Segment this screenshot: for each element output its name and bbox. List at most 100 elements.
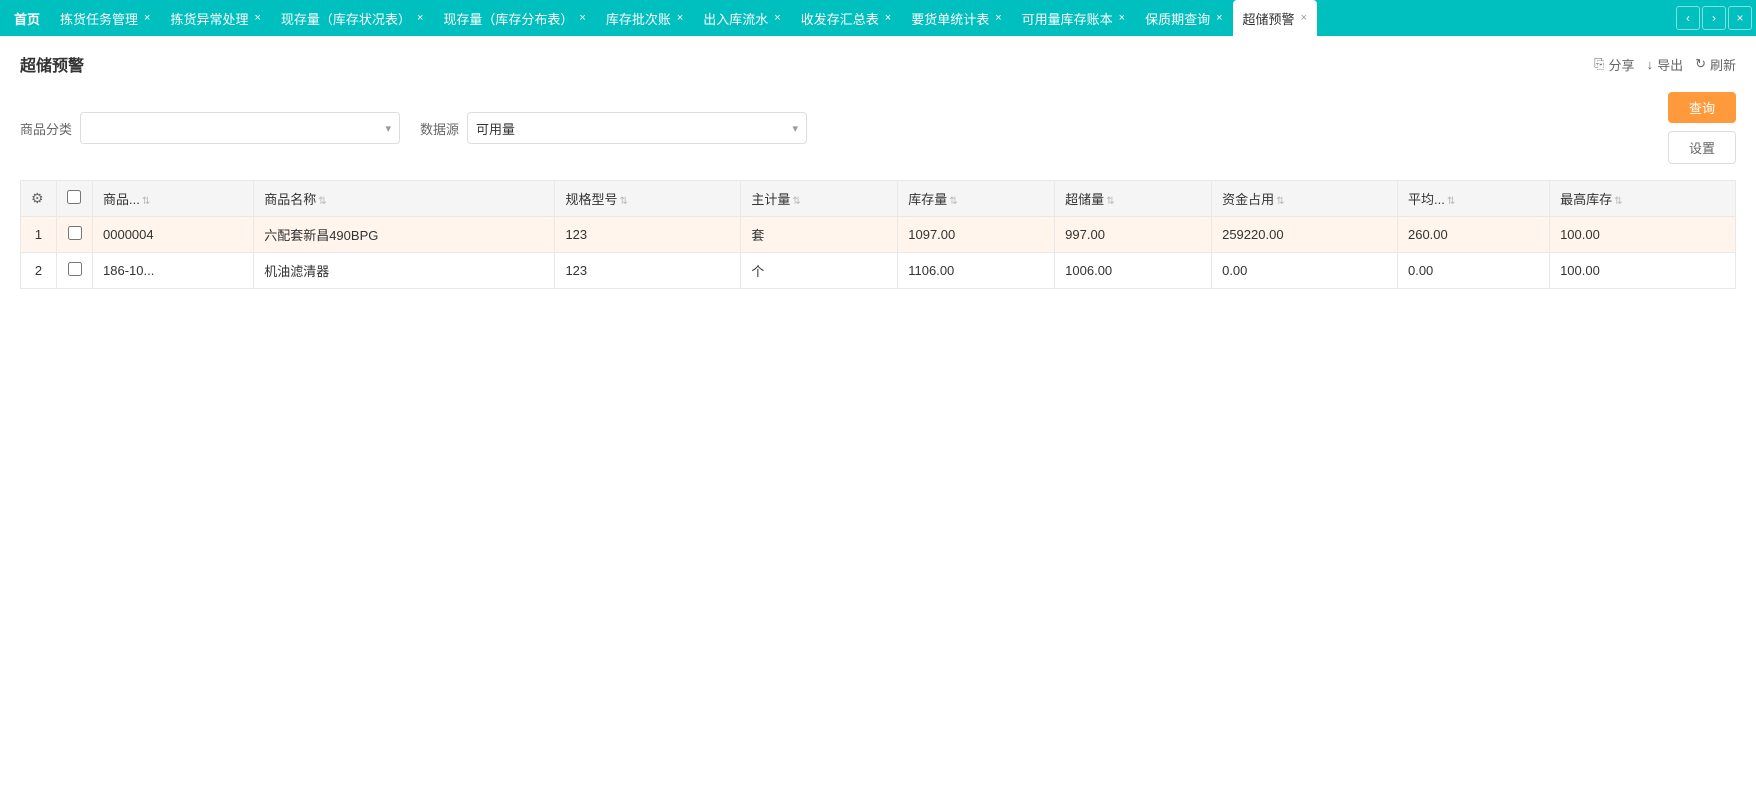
settings-button[interactable]: 设置 — [1668, 131, 1736, 164]
select-all-checkbox[interactable] — [67, 190, 81, 204]
share-icon: ⎘ — [1594, 56, 1604, 72]
page-title: 超储预警 — [20, 52, 84, 76]
export-icon: ↓ — [1647, 57, 1654, 72]
td-maxstock: 100.00 — [1550, 217, 1736, 253]
table-header-row: ⚙ 商品...⇅ 商品名称⇅ 规格型号⇅ 主计量⇅ 库存量⇅ — [21, 181, 1736, 217]
data-table: ⚙ 商品...⇅ 商品名称⇅ 规格型号⇅ 主计量⇅ 库存量⇅ — [20, 180, 1736, 289]
close-icon[interactable]: × — [1301, 13, 1307, 24]
refresh-icon: ↻ — [1695, 56, 1706, 72]
td-unit: 套 — [741, 217, 898, 253]
th-maxstock[interactable]: 最高库存⇅ — [1550, 181, 1736, 217]
datasource-select-value: 可用量 — [476, 119, 515, 138]
nav-tab-shoufacun[interactable]: 收发存汇总表 × — [791, 0, 901, 36]
td-overstock: 997.00 — [1055, 217, 1212, 253]
row-checkbox[interactable] — [68, 226, 82, 240]
table-row: 2 186-10... 机油滤清器 123 个 1106.00 1006.00 … — [21, 253, 1736, 289]
nav-tab-jianhuoyichang[interactable]: 拣货异常处理 × — [160, 0, 270, 36]
category-select[interactable]: ▾ — [80, 112, 400, 144]
td-maxstock: 100.00 — [1550, 253, 1736, 289]
sort-icon: ⇅ — [142, 196, 150, 207]
nav-arrow-right[interactable]: › — [1702, 6, 1726, 30]
nav-tab-baozhi[interactable]: 保质期查询 × — [1135, 0, 1232, 36]
sort-icon: ⇅ — [318, 196, 326, 207]
td-avg: 260.00 — [1397, 217, 1549, 253]
td-capital: 0.00 — [1212, 253, 1398, 289]
sort-icon: ⇅ — [1106, 196, 1114, 207]
th-spec[interactable]: 规格型号⇅ — [555, 181, 741, 217]
close-icon[interactable]: × — [677, 13, 683, 24]
td-unit: 个 — [741, 253, 898, 289]
sort-icon: ⇅ — [949, 196, 957, 207]
close-icon[interactable]: × — [1216, 13, 1222, 24]
th-code[interactable]: 商品...⇅ — [93, 181, 254, 217]
close-icon[interactable]: × — [995, 13, 1001, 24]
td-capital: 259220.00 — [1212, 217, 1398, 253]
sort-icon: ⇅ — [1447, 196, 1455, 207]
th-checkbox[interactable] — [57, 181, 93, 217]
close-icon[interactable]: × — [417, 13, 423, 24]
filter-category: 商品分类 ▾ — [20, 112, 400, 144]
filter-datasource: 数据源 可用量 ▾ — [420, 112, 807, 144]
filter-buttons: 查询 设置 — [1668, 92, 1736, 164]
nav-tab-xiancunliang2[interactable]: 现存量（库存分布表） × — [433, 0, 595, 36]
td-overstock: 1006.00 — [1055, 253, 1212, 289]
th-capital[interactable]: 资金占用⇅ — [1212, 181, 1398, 217]
th-stock[interactable]: 库存量⇅ — [898, 181, 1055, 217]
close-icon[interactable]: × — [1119, 13, 1125, 24]
th-name[interactable]: 商品名称⇅ — [254, 181, 555, 217]
close-icon[interactable]: × — [144, 13, 150, 24]
th-settings[interactable]: ⚙ — [21, 181, 57, 217]
datasource-label: 数据源 — [420, 119, 459, 138]
nav-tab-churuku[interactable]: 出入库流水 × — [693, 0, 790, 36]
td-checkbox[interactable] — [57, 253, 93, 289]
nav-tab-jianhuorenwu[interactable]: 拣货任务管理 × — [50, 0, 160, 36]
nav-arrow-close[interactable]: × — [1728, 6, 1752, 30]
td-rownum: 1 — [21, 217, 57, 253]
top-navigation: 首页 拣货任务管理 × 拣货异常处理 × 现存量（库存状况表） × 现存量（库存… — [0, 0, 1756, 36]
td-spec: 123 — [555, 217, 741, 253]
query-button[interactable]: 查询 — [1668, 92, 1736, 123]
close-icon[interactable]: × — [254, 13, 260, 24]
page-header: 超储预警 ⎘ 分享 ↓ 导出 ↻ 刷新 — [20, 52, 1736, 76]
export-action[interactable]: ↓ 导出 — [1647, 55, 1684, 74]
td-stock: 1106.00 — [898, 253, 1055, 289]
row-checkbox[interactable] — [68, 262, 82, 276]
header-actions: ⎘ 分享 ↓ 导出 ↻ 刷新 — [1594, 55, 1736, 74]
datasource-select[interactable]: 可用量 ▾ — [467, 112, 807, 144]
td-avg: 0.00 — [1397, 253, 1549, 289]
td-spec: 123 — [555, 253, 741, 289]
sort-icon: ⇅ — [1614, 196, 1622, 207]
nav-tab-keyongliang[interactable]: 可用量库存账本 × — [1012, 0, 1135, 36]
td-stock: 1097.00 — [898, 217, 1055, 253]
table-row: 1 0000004 六配套新昌490BPG 123 套 1097.00 997.… — [21, 217, 1736, 253]
td-code: 186-10... — [93, 253, 254, 289]
nav-tab-kucunpici[interactable]: 库存批次账 × — [596, 0, 693, 36]
refresh-action[interactable]: ↻ 刷新 — [1695, 55, 1736, 74]
nav-arrow-left[interactable]: ‹ — [1676, 6, 1700, 30]
th-avg[interactable]: 平均...⇅ — [1397, 181, 1549, 217]
th-unit[interactable]: 主计量⇅ — [741, 181, 898, 217]
sort-icon: ⇅ — [1276, 196, 1284, 207]
sort-icon: ⇅ — [792, 196, 800, 207]
td-name: 六配套新昌490BPG — [254, 217, 555, 253]
share-action[interactable]: ⎘ 分享 — [1594, 55, 1634, 74]
gear-icon[interactable]: ⚙ — [31, 190, 44, 206]
close-icon[interactable]: × — [885, 13, 891, 24]
nav-tab-xiancunliang1[interactable]: 现存量（库存状况表） × — [271, 0, 433, 36]
td-name: 机油滤清器 — [254, 253, 555, 289]
td-rownum: 2 — [21, 253, 57, 289]
filter-area: 商品分类 ▾ 数据源 可用量 ▾ 查询 设置 — [20, 92, 1736, 164]
nav-tab-yaohuo[interactable]: 要货单统计表 × — [901, 0, 1011, 36]
nav-tab-chaochuyujing[interactable]: 超储预警 × — [1233, 0, 1317, 36]
td-code: 0000004 — [93, 217, 254, 253]
nav-arrows: ‹ › × — [1676, 6, 1752, 30]
nav-home[interactable]: 首页 — [4, 0, 50, 36]
close-icon[interactable]: × — [774, 13, 780, 24]
th-overstock[interactable]: 超储量⇅ — [1055, 181, 1212, 217]
chevron-down-icon: ▾ — [793, 122, 799, 135]
close-icon[interactable]: × — [579, 13, 585, 24]
td-checkbox[interactable] — [57, 217, 93, 253]
chevron-down-icon: ▾ — [385, 122, 391, 135]
page-content: 超储预警 ⎘ 分享 ↓ 导出 ↻ 刷新 商品分类 ▾ 数据源 — [0, 36, 1756, 800]
sort-icon: ⇅ — [619, 196, 627, 207]
